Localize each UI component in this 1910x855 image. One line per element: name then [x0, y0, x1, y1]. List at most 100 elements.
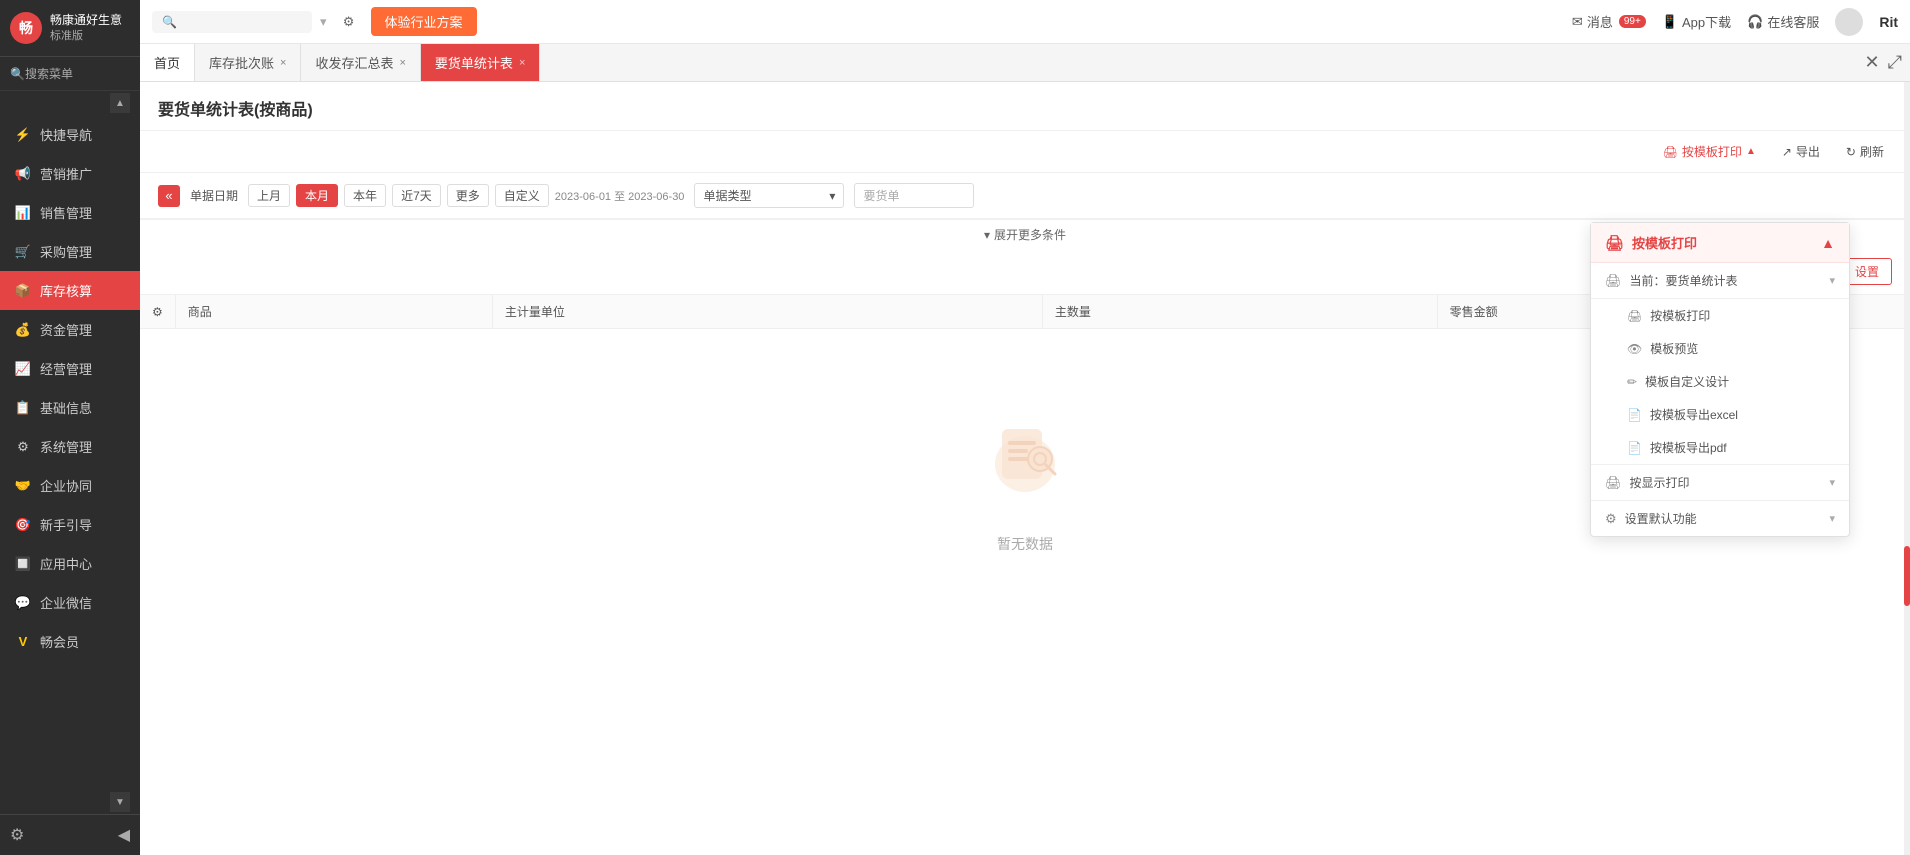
- sidebar-item-wechat[interactable]: 💬 企业微信: [0, 583, 140, 622]
- empty-text: 暂无数据: [997, 534, 1053, 554]
- sidebar-item-collab[interactable]: 🤝 企业协同: [0, 466, 140, 505]
- chevron-down-default-icon: ▾: [1829, 512, 1835, 525]
- tab-close-order-summary[interactable]: ×: [519, 57, 525, 69]
- sidebar-logo: 畅 畅康通好生意 标准版: [0, 0, 140, 57]
- main-area: 🔍 ▾ ⚙ 体验行业方案 ✉ 消息 99+ 📱 App下载 🎧 在线客服 Rit: [140, 0, 1910, 855]
- topbar-right: ✉ 消息 99+ 📱 App下载 🎧 在线客服 Rit: [1572, 8, 1898, 36]
- filter-expand-button[interactable]: «: [158, 185, 180, 207]
- sidebar-item-system[interactable]: ⚙ 系统管理: [0, 427, 140, 466]
- tab-close-receipt-summary[interactable]: ×: [399, 57, 405, 69]
- date-more[interactable]: 更多: [447, 184, 489, 207]
- logo-icon: 畅: [10, 12, 42, 44]
- dropdown-header: 🖨 按模板打印 ▲: [1591, 223, 1849, 263]
- chevron-up-header-icon[interactable]: ▲: [1821, 235, 1835, 251]
- set-default-header[interactable]: ⚙ 设置默认功能 ▾: [1591, 501, 1849, 536]
- user-avatar[interactable]: [1835, 8, 1863, 36]
- operation-icon: 📈: [14, 360, 32, 378]
- tab-home[interactable]: 首页: [140, 44, 195, 81]
- tab-maximize-button[interactable]: ⤢: [1888, 52, 1902, 73]
- sidebar-item-finance[interactable]: 💰 资金管理: [0, 310, 140, 349]
- sidebar-item-inventory[interactable]: 📦 库存核算: [0, 271, 140, 310]
- display-print-header[interactable]: 🖨 按显示打印 ▾: [1591, 465, 1849, 500]
- current-template-header[interactable]: 🖨 当前：要货单统计表 ▾: [1591, 263, 1849, 298]
- dropdown-header-icons: ▲: [1821, 235, 1835, 251]
- dropdown-item-template-pdf[interactable]: 📄 按模板导出pdf: [1591, 431, 1849, 464]
- sidebar-item-appstore[interactable]: 🔲 应用中心: [0, 544, 140, 583]
- finance-icon: 💰: [14, 321, 32, 339]
- dropdown-item-template-design[interactable]: ✏ 模板自定义设计: [1591, 365, 1849, 398]
- template-preview-icon: 👁: [1627, 342, 1642, 356]
- sidebar-item-operation[interactable]: 📈 经营管理: [0, 349, 140, 388]
- page-title: 要货单统计表(按商品): [158, 102, 313, 119]
- message-item[interactable]: ✉ 消息 99+: [1572, 12, 1646, 31]
- member-icon: V: [14, 633, 32, 651]
- tab-batch-account[interactable]: 库存批次账 ×: [195, 44, 301, 81]
- set-default-section: ⚙ 设置默认功能 ▾: [1591, 501, 1849, 536]
- refresh-button[interactable]: ↻ 刷新: [1838, 139, 1892, 164]
- chevron-down-display-icon: ▾: [1829, 476, 1835, 489]
- sidebar-item-member[interactable]: V 畅会员: [0, 622, 140, 661]
- topbar-search-box[interactable]: 🔍: [152, 11, 312, 33]
- sidebar-item-guide[interactable]: 🎯 新手引导: [0, 505, 140, 544]
- topbar: 🔍 ▾ ⚙ 体验行业方案 ✉ 消息 99+ 📱 App下载 🎧 在线客服 Rit: [140, 0, 1910, 44]
- date-label: 单据日期: [190, 187, 238, 204]
- date-custom[interactable]: 自定义: [495, 184, 549, 207]
- dropdown-item-template-preview[interactable]: 👁 模板预览: [1591, 332, 1849, 365]
- menu-bottom-icon[interactable]: ◀: [118, 825, 130, 845]
- sidebar-search[interactable]: 🔍 搜索菜单: [0, 57, 140, 91]
- app-download-item[interactable]: 📱 App下载: [1662, 12, 1731, 31]
- refresh-icon: ↻: [1846, 145, 1856, 159]
- print-template-button[interactable]: 🖨 按模板打印 ▲: [1655, 139, 1764, 164]
- right-scrollbar[interactable]: [1904, 82, 1910, 855]
- date-this-year[interactable]: 本年: [344, 184, 386, 207]
- marketing-icon: 📢: [14, 165, 32, 183]
- printer-header-icon: 🖨: [1605, 234, 1624, 252]
- order-code-input[interactable]: 要货单: [854, 183, 974, 208]
- appstore-icon: 🔲: [14, 555, 32, 573]
- tab-close-button[interactable]: ✕: [1865, 52, 1880, 73]
- order-type-select[interactable]: 单据类型 ▾: [694, 183, 844, 208]
- display-print-section: 🖨 按显示打印 ▾: [1591, 465, 1849, 501]
- basic-icon: 📋: [14, 399, 32, 417]
- tab-close-batch-account[interactable]: ×: [280, 57, 286, 69]
- sales-icon: 📊: [14, 204, 32, 222]
- table-col-unit: 主计量单位: [492, 295, 1042, 329]
- export-icon: ↗: [1782, 145, 1792, 159]
- sidebar-scroll-down[interactable]: ▼: [110, 792, 130, 812]
- sidebar-item-sales[interactable]: 📊 销售管理: [0, 193, 140, 232]
- sidebar-scroll-up[interactable]: ▲: [110, 93, 130, 113]
- date-last-month[interactable]: 上月: [248, 184, 290, 207]
- page-content: 要货单统计表(按商品) 🖨 按模板打印 ▲ ↗ 导出 ↻ 刷新 « 单据日期 上: [140, 82, 1910, 855]
- chevron-down-icon: ▾: [829, 189, 835, 203]
- dropdown-item-template-excel[interactable]: 📄 按模板导出excel: [1591, 398, 1849, 431]
- inventory-icon: 📦: [14, 282, 32, 300]
- sidebar-item-basic[interactable]: 📋 基础信息: [0, 388, 140, 427]
- sidebar-item-purchase[interactable]: 🛒 采购管理: [0, 232, 140, 271]
- scrollbar-thumb[interactable]: [1904, 546, 1910, 606]
- topbar-dropdown[interactable]: ▾: [320, 14, 327, 30]
- export-button[interactable]: ↗ 导出: [1774, 139, 1828, 164]
- guide-icon: 🎯: [14, 516, 32, 534]
- sidebar-nav: ⚡ 快捷导航 📢 营销推广 📊 销售管理 🛒 采购管理 📦 库存核算 💰 资金管…: [0, 115, 140, 790]
- settings-bottom-icon[interactable]: ⚙: [10, 825, 24, 845]
- current-template-section: 🖨 当前：要货单统计表 ▾: [1591, 263, 1849, 299]
- sidebar: 畅 畅康通好生意 标准版 🔍 搜索菜单 ▲ ⚡ 快捷导航 📢 营销推广 📊 销售…: [0, 0, 140, 855]
- sidebar-item-marketing[interactable]: 📢 营销推广: [0, 154, 140, 193]
- collab-icon: 🤝: [14, 477, 32, 495]
- date-last-7days[interactable]: 近7天: [392, 184, 441, 207]
- tab-receipt-summary[interactable]: 收发存汇总表 ×: [301, 44, 420, 81]
- username-label: Rit: [1879, 14, 1898, 30]
- topbar-search-icon: 🔍: [162, 15, 177, 29]
- online-service-item[interactable]: 🎧 在线客服: [1747, 12, 1819, 31]
- sidebar-item-shortcut[interactable]: ⚡ 快捷导航: [0, 115, 140, 154]
- purchase-icon: 🛒: [14, 243, 32, 261]
- dropdown-item-template-print[interactable]: 🖨 按模板打印: [1591, 299, 1849, 332]
- date-this-month[interactable]: 本月: [296, 184, 338, 207]
- template-print-icon: 🖨: [1627, 309, 1642, 323]
- tab-order-summary[interactable]: 要货单统计表 ×: [421, 44, 540, 81]
- chevron-up-icon: ▲: [1746, 146, 1756, 157]
- trial-industry-button[interactable]: 体验行业方案: [371, 7, 477, 36]
- print-dropdown-menu: 🖨 按模板打印 ▲ 🖨 当前：要货单统计表 ▾: [1590, 222, 1850, 537]
- table-col-settings[interactable]: ⚙: [140, 295, 175, 329]
- topbar-gear-icon[interactable]: ⚙: [335, 8, 363, 36]
